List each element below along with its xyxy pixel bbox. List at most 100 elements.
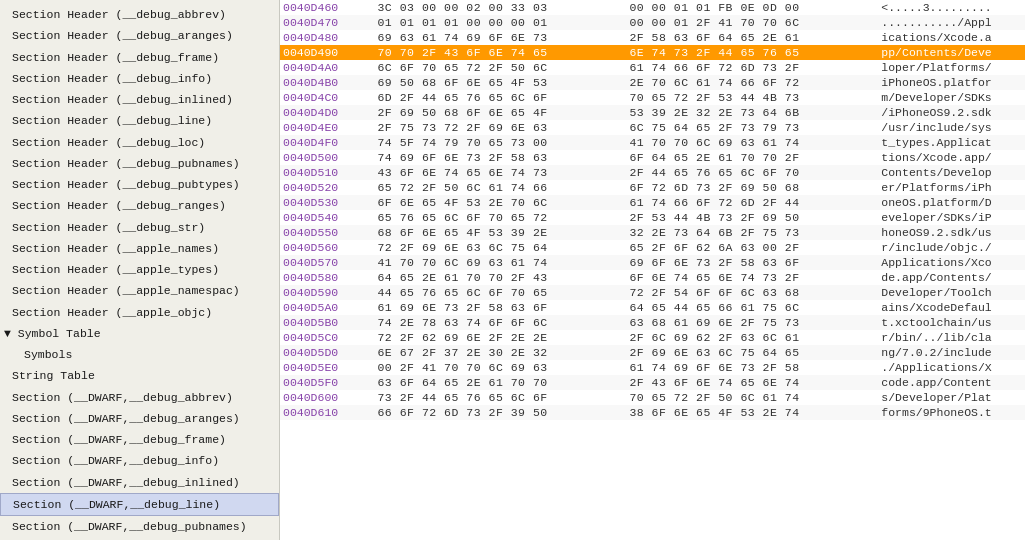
- hex-address: 0040D4D0: [280, 105, 374, 120]
- hex-bytes-2: 69 6F 6E 73 2F 58 63 6F: [626, 255, 878, 270]
- tree-item-dwarf_debug_abbrev[interactable]: Section (__DWARF,__debug_abbrev): [0, 387, 279, 408]
- tree-item-sh_debug_info[interactable]: Section Header (__debug_info): [0, 68, 279, 89]
- hex-ascii: Applications/Xco: [878, 255, 1025, 270]
- hex-ascii: r/bin/../lib/cla: [878, 330, 1025, 345]
- hex-ascii: iPhoneOS.platfor: [878, 75, 1025, 90]
- hex-address: 0040D5C0: [280, 330, 374, 345]
- hex-address: 0040D570: [280, 255, 374, 270]
- hex-ascii: forms/9PhoneOS.t: [878, 405, 1025, 420]
- hex-row: 0040D61066 6F 72 6D 73 2F 39 5038 6F 6E …: [280, 405, 1025, 420]
- hex-ascii: tions/Xcode.app/: [878, 150, 1025, 165]
- tree-item-sh_debug_line[interactable]: Section Header (__debug_line): [0, 110, 279, 131]
- hex-bytes-2: 2E 70 6C 61 74 66 6F 72: [626, 75, 878, 90]
- hex-row: 0040D5C072 2F 62 69 6E 2F 2E 2E2F 6C 69 …: [280, 330, 1025, 345]
- hex-ascii: t_types.Applicat: [878, 135, 1025, 150]
- hex-row: 0040D54065 76 65 6C 6F 70 65 722F 53 44 …: [280, 210, 1025, 225]
- hex-bytes-1: 6E 67 2F 37 2E 30 2E 32: [374, 345, 626, 360]
- hex-address: 0040D460: [280, 0, 374, 15]
- hex-ascii: loper/Platforms/: [878, 60, 1025, 75]
- tree-item-sh_debug_frame[interactable]: Section Header (__debug_frame): [0, 47, 279, 68]
- hex-bytes-2: 00 00 01 01 FB 0E 0D 00: [626, 0, 878, 15]
- hex-bytes-2: 64 65 44 65 66 61 75 6C: [626, 300, 878, 315]
- tree-item-symbol_table_header[interactable]: ▼ Symbol Table: [0, 323, 279, 344]
- hex-row: 0040D5A061 69 6E 73 2F 58 63 6F64 65 44 …: [280, 300, 1025, 315]
- hex-ascii: /iPhoneOS9.2.sdk: [878, 105, 1025, 120]
- hex-ascii: ains/XcodeDefaul: [878, 300, 1025, 315]
- hex-bytes-1: 65 76 65 6C 6F 70 65 72: [374, 210, 626, 225]
- hex-bytes-2: 61 74 66 6F 72 6D 2F 44: [626, 195, 878, 210]
- tree-item-dwarf_debug_info[interactable]: Section (__DWARF,__debug_info): [0, 450, 279, 471]
- hex-bytes-2: 2F 69 6E 63 6C 75 64 65: [626, 345, 878, 360]
- hex-bytes-1: 61 69 6E 73 2F 58 63 6F: [374, 300, 626, 315]
- tree-item-sh_debug_aranges[interactable]: Section Header (__debug_aranges): [0, 25, 279, 46]
- tree-item-sh_debug_inlined[interactable]: Section Header (__debug_inlined): [0, 89, 279, 110]
- hex-ascii: ng/7.0.2/include: [878, 345, 1025, 360]
- hex-bytes-1: 74 2E 78 63 74 6F 6F 6C: [374, 315, 626, 330]
- hex-row: 0040D50074 69 6F 6E 73 2F 58 636F 64 65 …: [280, 150, 1025, 165]
- hex-bytes-2: 6F 64 65 2E 61 70 70 2F: [626, 150, 878, 165]
- hex-row: 0040D48069 63 61 74 69 6F 6E 732F 58 63 …: [280, 30, 1025, 45]
- hex-row: 0040D5B074 2E 78 63 74 6F 6F 6C63 68 61 …: [280, 315, 1025, 330]
- hex-bytes-2: 72 2F 54 6F 6F 6C 63 68: [626, 285, 878, 300]
- hex-ascii: ./Applications/X: [878, 360, 1025, 375]
- hex-row: 0040D5E000 2F 41 70 70 6C 69 6361 74 69 …: [280, 360, 1025, 375]
- tree-item-symbols[interactable]: Symbols: [0, 344, 279, 365]
- tree-item-sh_apple_namespac[interactable]: Section Header (__apple_namespac): [0, 280, 279, 301]
- hex-bytes-2: 41 70 70 6C 69 63 61 74: [626, 135, 878, 150]
- hex-bytes-2: 6F 6E 74 65 6E 74 73 2F: [626, 270, 878, 285]
- hex-bytes-1: 73 2F 44 65 76 65 6C 6F: [374, 390, 626, 405]
- tree-item-dwarf_debug_frame[interactable]: Section (__DWARF,__debug_frame): [0, 429, 279, 450]
- hex-address: 0040D530: [280, 195, 374, 210]
- hex-row: 0040D4F074 5F 74 79 70 65 73 0041 70 70 …: [280, 135, 1025, 150]
- hex-ascii: pp/Contents/Deve: [878, 45, 1025, 60]
- hex-address: 0040D560: [280, 240, 374, 255]
- hex-row: 0040D5D06E 67 2F 37 2E 30 2E 322F 69 6E …: [280, 345, 1025, 360]
- tree-item-sh_debug_pubtypes[interactable]: Section Header (__debug_pubtypes): [0, 174, 279, 195]
- hex-bytes-1: 2F 75 73 72 2F 69 6E 63: [374, 120, 626, 135]
- hex-bytes-1: 00 2F 41 70 70 6C 69 63: [374, 360, 626, 375]
- hex-ascii: Contents/Develop: [878, 165, 1025, 180]
- hex-address: 0040D520: [280, 180, 374, 195]
- hex-address: 0040D600: [280, 390, 374, 405]
- hex-bytes-1: 44 65 76 65 6C 6F 70 65: [374, 285, 626, 300]
- hex-bytes-2: 61 74 69 6F 6E 73 2F 58: [626, 360, 878, 375]
- hex-bytes-1: 6F 6E 65 4F 53 2E 70 6C: [374, 195, 626, 210]
- tree-item-sh_debug_pubnames[interactable]: Section Header (__debug_pubnames): [0, 153, 279, 174]
- hex-address: 0040D4B0: [280, 75, 374, 90]
- hex-ascii: m/Developer/SDKs: [878, 90, 1025, 105]
- hex-bytes-2: 00 00 01 2F 41 70 70 6C: [626, 15, 878, 30]
- hex-row: 0040D5306F 6E 65 4F 53 2E 70 6C61 74 66 …: [280, 195, 1025, 210]
- hex-ascii: t.xctoolchain/us: [878, 315, 1025, 330]
- hex-address: 0040D5D0: [280, 345, 374, 360]
- hex-bytes-2: 6E 74 73 2F 44 65 76 65: [626, 45, 878, 60]
- tree-item-dwarf_debug_pubnames[interactable]: Section (__DWARF,__debug_pubnames): [0, 516, 279, 537]
- tree-item-sh_apple_types[interactable]: Section Header (__apple_types): [0, 259, 279, 280]
- tree-panel[interactable]: Section Header (__debug_abbrev)Section H…: [0, 0, 280, 540]
- hex-bytes-2: 2F 58 63 6F 64 65 2E 61: [626, 30, 878, 45]
- hex-bytes-1: 72 2F 69 6E 63 6C 75 64: [374, 240, 626, 255]
- hex-bytes-1: 43 6F 6E 74 65 6E 74 73: [374, 165, 626, 180]
- hex-ascii: code.app/Content: [878, 375, 1025, 390]
- hex-bytes-2: 6F 72 6D 73 2F 69 50 68: [626, 180, 878, 195]
- tree-item-sh_debug_str[interactable]: Section Header (__debug_str): [0, 217, 279, 238]
- tree-item-sh_debug_loc[interactable]: Section Header (__debug_loc): [0, 132, 279, 153]
- tree-item-dwarf_debug_aranges[interactable]: Section (__DWARF,__debug_aranges): [0, 408, 279, 429]
- hex-row: 0040D51043 6F 6E 74 65 6E 74 732F 44 65 …: [280, 165, 1025, 180]
- hex-address: 0040D4E0: [280, 120, 374, 135]
- hex-table: 0040D4603C 03 00 00 02 00 33 0300 00 01 …: [280, 0, 1025, 420]
- tree-item-sh_debug_abbrev[interactable]: Section Header (__debug_abbrev): [0, 4, 279, 25]
- hex-ascii: oneOS.platform/D: [878, 195, 1025, 210]
- tree-item-dwarf_debug_inlined[interactable]: Section (__DWARF,__debug_inlined): [0, 472, 279, 493]
- hex-row: 0040D55068 6F 6E 65 4F 53 39 2E32 2E 73 …: [280, 225, 1025, 240]
- tree-item-sh_apple_objc[interactable]: Section Header (__apple_objc): [0, 302, 279, 323]
- hex-ascii: /usr/include/sys: [878, 120, 1025, 135]
- hex-bytes-2: 2F 44 65 76 65 6C 6F 70: [626, 165, 878, 180]
- hex-bytes-2: 38 6F 6E 65 4F 53 2E 74: [626, 405, 878, 420]
- hex-bytes-1: 69 50 68 6F 6E 65 4F 53: [374, 75, 626, 90]
- tree-item-sh_apple_names[interactable]: Section Header (__apple_names): [0, 238, 279, 259]
- hex-row: 0040D52065 72 2F 50 6C 61 74 666F 72 6D …: [280, 180, 1025, 195]
- tree-item-sh_debug_ranges[interactable]: Section Header (__debug_ranges): [0, 195, 279, 216]
- tree-item-dwarf_debug_line[interactable]: Section (__DWARF,__debug_line): [0, 493, 279, 516]
- tree-item-string_table[interactable]: String Table: [0, 365, 279, 386]
- hex-ascii: ications/Xcode.a: [878, 30, 1025, 45]
